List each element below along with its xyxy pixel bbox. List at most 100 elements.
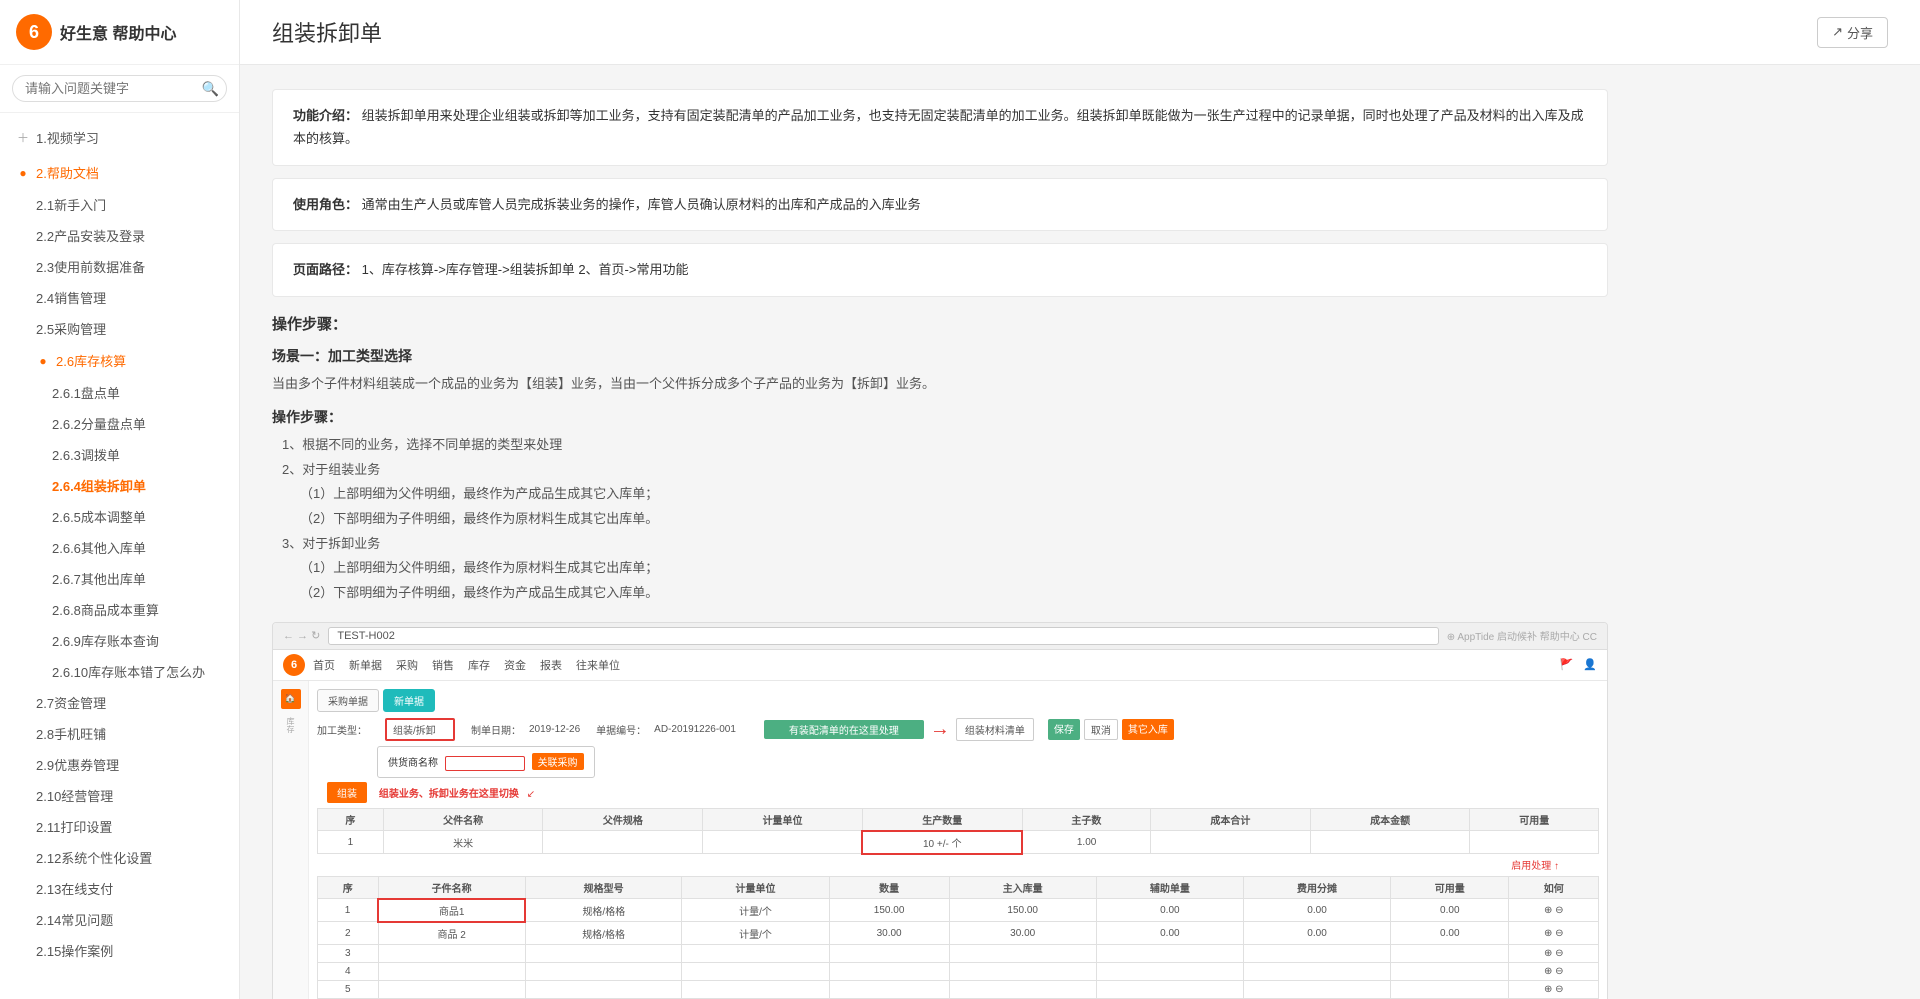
sidebar-item-2-6-10[interactable]: 2.6.10库存账本错了怎么办 [0,656,239,687]
path-block: 页面路径： 1、库存核算->库存管理->组装拆卸单 2、首页->常用功能 [272,243,1608,296]
mock-ctd-avail2: 0.00 [1391,922,1509,945]
mock-th-qty: 生产数量 [862,808,1022,831]
mock-ctd-aux5 [1096,980,1243,998]
step-3-sub-1: （1）上部明细为父件明细，最终作为原材料生成其它出库单； [272,556,1608,581]
sidebar-item-2-6-4[interactable]: 2.6.4组装拆卸单 [0,470,239,501]
mock-ctd-cost2: 0.00 [1243,922,1390,945]
mock-ctd-seq5: 5 [318,980,379,998]
mock-type-switch-bar: 组装 [327,782,367,803]
mock-form-area: 采购单据 新单据 加工类型： 组装/拆卸 制单日期： 2019-12-26 单据… [309,681,1607,999]
mock-table-child: 序 子件名称 规格型号 计量单位 数量 主入库量 辅助单量 费用分摊 可用量 如… [317,876,1599,999]
sidebar-item-2-2[interactable]: 2.2产品安装及登录 [0,220,239,251]
mock-ctd-aux2: 0.00 [1096,922,1243,945]
mock-ctd-spec3 [525,944,682,962]
sidebar-item-label: 2.帮助文档 [36,163,99,182]
sidebar-item-2-13[interactable]: 2.13在线支付 [0,873,239,904]
step-2-sub-2: （2）下部明细为子件明细，最终作为原材料生成其它出库单。 [272,507,1608,532]
sidebar-item-2-15[interactable]: 2.15操作案例 [0,935,239,966]
sidebar-item-2-9[interactable]: 2.9优惠券管理 [0,749,239,780]
sidebar-item-2-10[interactable]: 2.10经营管理 [0,780,239,811]
mock-menu-finance: 资金 [504,657,526,673]
mock-popup-input [445,756,525,771]
sidebar-item-2-6-6[interactable]: 2.6.6其他入库单 [0,532,239,563]
mock-ctd-cost4 [1243,962,1390,980]
sidebar-item-2-12[interactable]: 2.12系统个性化设置 [0,842,239,873]
mock-other-btn: 其它入库 [1122,719,1174,740]
table-row: 1 商品1 规格/格格 计量/个 150.00 150.00 0.00 0.00… [318,899,1599,922]
mock-menu-report: 报表 [540,657,562,673]
mock-tab-1: 采购单据 [317,689,379,712]
mock-orderno-value: AD-20191226-001 [654,724,736,735]
mock-ctd-cost5 [1243,980,1390,998]
mock-url-bar: TEST-H002 [328,627,1438,645]
mock-td-qty: 10 +/- 个 [862,831,1022,854]
sidebar-item-docs[interactable]: ● 2.帮助文档 [0,156,239,189]
mock-ctd-unit5 [682,980,829,998]
mock-menu-home: 首页 [313,657,335,673]
intro-block: 功能介绍： 组装拆卸单用来处理企业组装或拆卸等加工业务，支持有固定装配清单的产品… [272,89,1608,166]
sidebar-item-2-1[interactable]: 2.1新手入门 [0,189,239,220]
sidebar-item-2-6[interactable]: ● 2.6库存核算 [0,344,239,377]
mock-browser-bar: ← → ↻ TEST-H002 ⊕ AppTide 启动候补 帮助中心 CC [273,623,1607,650]
share-button[interactable]: ↗ 分享 [1817,17,1888,48]
mock-enable-label: 启用处理 [1511,861,1551,872]
sidebar-item-2-6-8[interactable]: 2.6.8商品成本重算 [0,594,239,625]
sidebar-item-2-6-1[interactable]: 2.6.1盘点单 [0,377,239,408]
mock-ctd-cost1: 0.00 [1243,899,1390,922]
sidebar-item-video[interactable]: ＋ 1.视频学习 [0,121,239,154]
mock-cth-op: 如何 [1509,876,1599,899]
mock-ctd-seq: 1 [318,899,379,922]
mock-ctd-op5: ⊕ ⊖ [1509,980,1599,998]
mock-ctd-avail3 [1391,944,1509,962]
mock-annotation-area: 有装配清单的在这里处理 → 组装材料清单 保存 取消 其它入库 [764,718,1174,741]
mock-ctd-name5 [378,980,525,998]
mock-ctd-spec4 [525,962,682,980]
share-icon: ↗ [1832,24,1843,40]
mock-ctd-qty4 [829,962,949,980]
mock-cancel-btn: 取消 [1084,719,1118,740]
mock-menu: 首页 新单据 采购 销售 库存 资金 报表 往来单位 [313,657,1552,673]
sidebar-item-2-11[interactable]: 2.11打印设置 [0,811,239,842]
sidebar-item-2-14[interactable]: 2.14常见问题 [0,904,239,935]
sidebar-item-2-4[interactable]: 2.4销售管理 [0,282,239,313]
step-2-sub-1: （1）上部明细为父件明细，最终作为产成品生成其它入库单； [272,482,1608,507]
mock-icon-user: 👤 [1583,658,1597,671]
mock-ctd-name2: 商品 2 [378,922,525,945]
search-input[interactable] [12,75,227,102]
mock-ctd-seq3: 3 [318,944,379,962]
mock-logo: 6 [283,654,305,676]
mock-cth-qty: 数量 [829,876,949,899]
topbar: 组装拆卸单 ↗ 分享 [240,0,1920,65]
scene1-desc: 当由多个子件材料组装成一个成品的业务为【组装】业务，当由一个父件拆分成多个子产品… [272,372,1608,395]
sidebar-item-2-6-5[interactable]: 2.6.5成本调整单 [0,501,239,532]
search-button[interactable]: 🔍 [202,80,219,97]
mock-ctd-main1: 150.00 [949,899,1096,922]
sidebar-item-2-5[interactable]: 2.5采购管理 [0,313,239,344]
sidebar-item-2-6-2[interactable]: 2.6.2分量盘点单 [0,408,239,439]
mock-th-ratio: 主子数 [1022,808,1150,831]
mock-th-parent-spec: 父件规格 [543,808,703,831]
mock-form-header: 加工类型： 组装/拆卸 制单日期： 2019-12-26 单据编号： AD-20… [317,718,1599,782]
ops-steps-title: 操作步骤： [272,407,1608,427]
mock-ctd-main5 [949,980,1096,998]
mock-ctd-qty2: 30.00 [829,922,949,945]
mock-th-unit: 计量单位 [703,808,863,831]
sidebar-item-2-6-9[interactable]: 2.6.9库存账本查询 [0,625,239,656]
sidebar-item-2-7[interactable]: 2.7资金管理 [0,687,239,718]
screenshot-image: ← → ↻ TEST-H002 ⊕ AppTide 启动候补 帮助中心 CC 6… [272,622,1608,999]
mock-arrow-right: → [930,718,950,741]
sidebar-item-2-3[interactable]: 2.3使用前数据准备 [0,251,239,282]
sidebar-item-2-8[interactable]: 2.8手机旺铺 [0,718,239,749]
minus-icon-2-6: ● [36,354,50,368]
nav-sub-list-2-6: 2.6.1盘点单 2.6.2分量盘点单 2.6.3调拨单 2.6.4组装拆卸单 … [0,377,239,687]
mock-save-btn: 保存 [1048,719,1080,740]
mock-ctd-seq4: 4 [318,962,379,980]
mock-label-orderno: 单据编号： [596,722,646,737]
sidebar-item-2-6-3[interactable]: 2.6.3调拨单 [0,439,239,470]
path-text: 1、库存核算->库存管理->组装拆卸单 2、首页->常用功能 [362,262,689,277]
sidebar-item-2-6-7[interactable]: 2.6.7其他出库单 [0,563,239,594]
mock-table-header-row: 序 父件名称 父件规格 计量单位 生产数量 主子数 成本合计 成本金额 可用量 [318,808,1599,831]
mock-cth-name: 子件名称 [378,876,525,899]
mock-child-header-row: 序 子件名称 规格型号 计量单位 数量 主入库量 辅助单量 费用分摊 可用量 如… [318,876,1599,899]
mock-ctd-op3: ⊕ ⊖ [1509,944,1599,962]
